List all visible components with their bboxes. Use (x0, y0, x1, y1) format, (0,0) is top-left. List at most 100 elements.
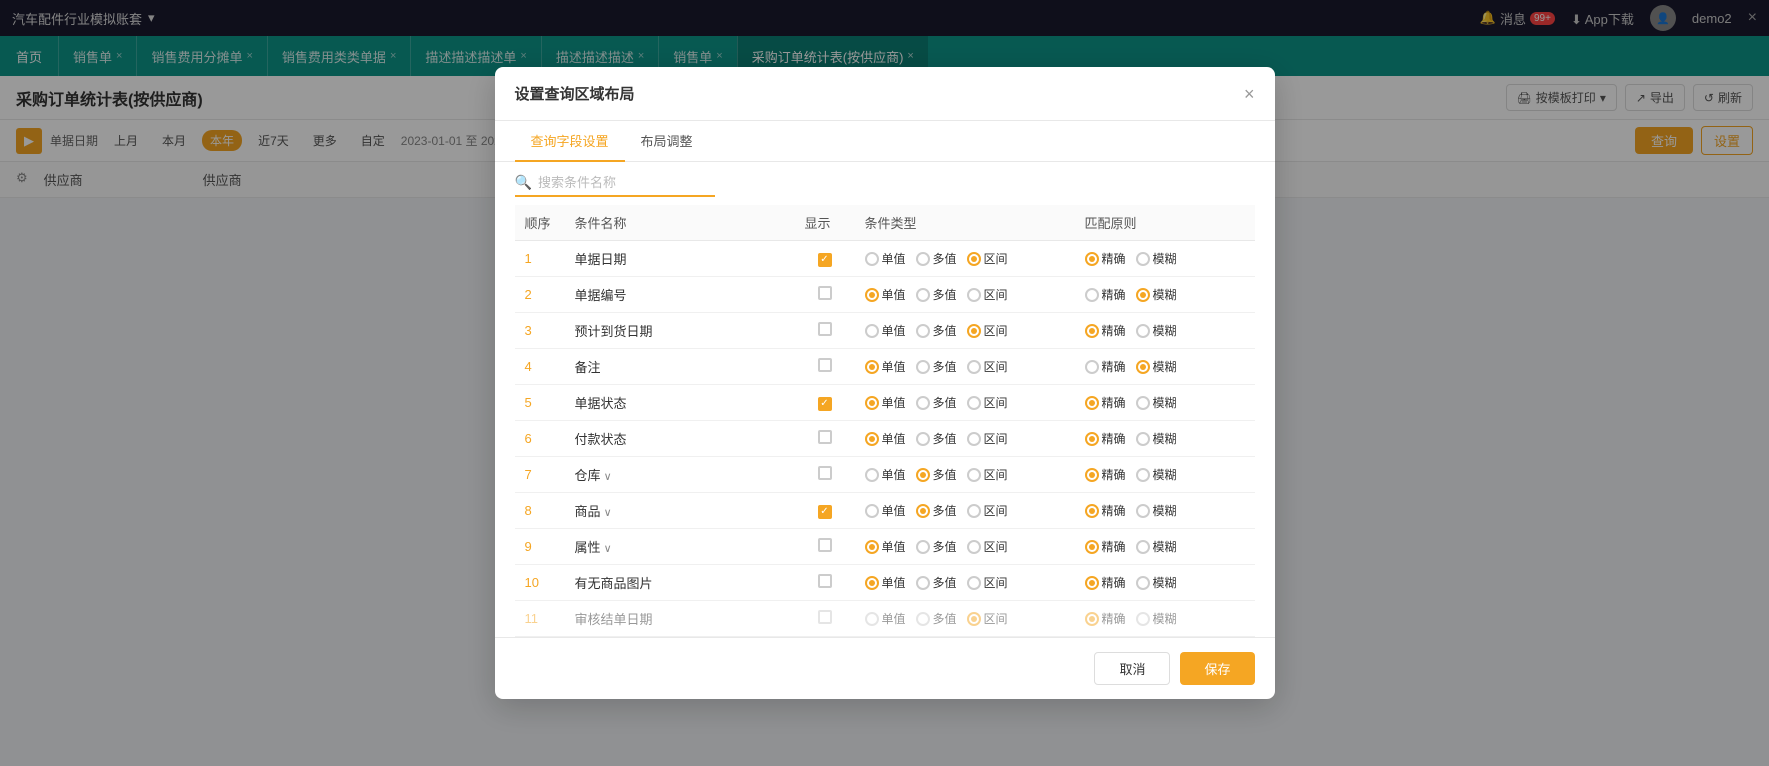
type-radio-区间[interactable]: 区间 (967, 394, 1008, 411)
display-checkbox[interactable] (818, 430, 832, 444)
display-checkbox[interactable] (818, 574, 832, 588)
rule-radio-精确[interactable]: 精确 (1085, 610, 1126, 627)
cell-name[interactable]: 商品 ∨ (565, 493, 795, 529)
display-checkbox[interactable]: ✓ (818, 505, 832, 519)
type-radio-区间[interactable]: 区间 (967, 466, 1008, 483)
type-radio-多值[interactable]: 多值 (916, 286, 957, 303)
tab-layout-adjust[interactable]: 布局调整 (625, 121, 709, 162)
cell-display (795, 529, 855, 565)
rule-radio-模糊[interactable]: 模糊 (1136, 358, 1177, 375)
rule-radio-精确[interactable]: 精确 (1085, 358, 1126, 375)
rule-radio-模糊[interactable]: 模糊 (1136, 430, 1177, 447)
rule-radio-精确[interactable]: 精确 (1085, 574, 1126, 591)
type-radio-多值[interactable]: 多值 (916, 430, 957, 447)
type-radio-区间[interactable]: 区间 (967, 430, 1008, 447)
type-radio-多值[interactable]: 多值 (916, 574, 957, 591)
radio-indicator (1136, 360, 1150, 374)
cell-type: 单值多值区间 (855, 529, 1075, 565)
radio-indicator (967, 540, 981, 554)
display-checkbox[interactable] (818, 322, 832, 336)
type-radio-区间[interactable]: 区间 (967, 574, 1008, 591)
rule-radio-精确[interactable]: 精确 (1085, 394, 1126, 411)
search-input[interactable] (538, 175, 698, 190)
rule-radio-精确[interactable]: 精确 (1085, 250, 1126, 267)
rule-radio-模糊[interactable]: 模糊 (1136, 250, 1177, 267)
type-radio-单值[interactable]: 单值 (865, 250, 906, 267)
display-checkbox[interactable] (818, 286, 832, 300)
cell-name[interactable]: 仓库 ∨ (565, 457, 795, 493)
type-radio-单值[interactable]: 单值 (865, 430, 906, 447)
type-radio-区间[interactable]: 区间 (967, 250, 1008, 267)
rule-radio-模糊[interactable]: 模糊 (1136, 322, 1177, 339)
display-checkbox[interactable] (818, 610, 832, 624)
rule-radio-模糊[interactable]: 模糊 (1136, 538, 1177, 555)
display-checkbox[interactable]: ✓ (818, 253, 832, 267)
rule-radio-精确[interactable]: 精确 (1085, 286, 1126, 303)
radio-indicator (1136, 576, 1150, 590)
cell-name[interactable]: 属性 ∨ (565, 529, 795, 565)
save-button[interactable]: 保存 (1180, 652, 1254, 685)
cell-rule: 精确模糊 (1075, 349, 1255, 385)
type-radio-区间[interactable]: 区间 (967, 322, 1008, 339)
display-checkbox[interactable]: ✓ (818, 397, 832, 411)
display-checkbox[interactable] (818, 358, 832, 372)
chevron-down-icon[interactable]: ∨ (601, 543, 612, 555)
rule-radio-精确[interactable]: 精确 (1085, 430, 1126, 447)
radio-indicator (967, 252, 981, 266)
rule-radio-模糊[interactable]: 模糊 (1136, 574, 1177, 591)
rule-radio-模糊[interactable]: 模糊 (1136, 286, 1177, 303)
type-radio-单值[interactable]: 单值 (865, 574, 906, 591)
type-radio-区间[interactable]: 区间 (967, 610, 1008, 627)
rule-radio-精确[interactable]: 精确 (1085, 538, 1126, 555)
radio-indicator (916, 468, 930, 482)
cell-order: 5 (515, 385, 565, 421)
type-radio-多值[interactable]: 多值 (916, 610, 957, 627)
type-radio-单值[interactable]: 单值 (865, 358, 906, 375)
cell-order: 11 (515, 601, 565, 637)
display-checkbox[interactable] (818, 538, 832, 552)
rule-radio-模糊[interactable]: 模糊 (1136, 610, 1177, 627)
rule-radio-精确[interactable]: 精确 (1085, 502, 1126, 519)
type-radio-多值[interactable]: 多值 (916, 466, 957, 483)
rule-radio-模糊[interactable]: 模糊 (1136, 466, 1177, 483)
cell-type: 单值多值区间 (855, 601, 1075, 637)
type-radio-多值[interactable]: 多值 (916, 394, 957, 411)
cell-name: 有无商品图片 (565, 565, 795, 601)
chevron-down-icon[interactable]: ∨ (601, 471, 612, 483)
modal-close-button[interactable]: × (1244, 85, 1255, 103)
table-row: 5单据状态 ✓ 单值多值区间 精确模糊 (515, 385, 1255, 421)
type-radio-多值[interactable]: 多值 (916, 538, 957, 555)
rule-radio-模糊[interactable]: 模糊 (1136, 394, 1177, 411)
type-radio-多值[interactable]: 多值 (916, 358, 957, 375)
col-header-display: 显示 (795, 205, 855, 241)
type-radio-单值[interactable]: 单值 (865, 322, 906, 339)
type-radio-多值[interactable]: 多值 (916, 250, 957, 267)
display-checkbox[interactable] (818, 466, 832, 480)
tab-query-field-settings[interactable]: 查询字段设置 (515, 121, 625, 162)
type-radio-区间[interactable]: 区间 (967, 286, 1008, 303)
type-radio-区间[interactable]: 区间 (967, 538, 1008, 555)
cell-display: ✓ (795, 493, 855, 529)
type-radio-多值[interactable]: 多值 (916, 322, 957, 339)
cell-name: 单据状态 (565, 385, 795, 421)
rule-radio-模糊[interactable]: 模糊 (1136, 502, 1177, 519)
chevron-down-icon[interactable]: ∨ (601, 507, 612, 519)
modal-header: 设置查询区域布局 × (495, 67, 1275, 121)
type-radio-单值[interactable]: 单值 (865, 502, 906, 519)
type-radio-单值[interactable]: 单值 (865, 466, 906, 483)
type-radio-单值[interactable]: 单值 (865, 394, 906, 411)
table-row: 9属性 ∨单值多值区间精确模糊 (515, 529, 1255, 565)
rule-radio-精确[interactable]: 精确 (1085, 322, 1126, 339)
type-radio-单值[interactable]: 单值 (865, 538, 906, 555)
type-radio-单值[interactable]: 单值 (865, 610, 906, 627)
rule-radio-精确[interactable]: 精确 (1085, 466, 1126, 483)
col-header-name: 条件名称 (565, 205, 795, 241)
cell-name: 单据编号 (565, 277, 795, 313)
type-radio-区间[interactable]: 区间 (967, 502, 1008, 519)
cell-type: 单值多值区间 (855, 565, 1075, 601)
type-radio-单值[interactable]: 单值 (865, 286, 906, 303)
table-row: 7仓库 ∨单值多值区间精确模糊 (515, 457, 1255, 493)
type-radio-多值[interactable]: 多值 (916, 502, 957, 519)
type-radio-区间[interactable]: 区间 (967, 358, 1008, 375)
cancel-button[interactable]: 取消 (1094, 652, 1170, 685)
